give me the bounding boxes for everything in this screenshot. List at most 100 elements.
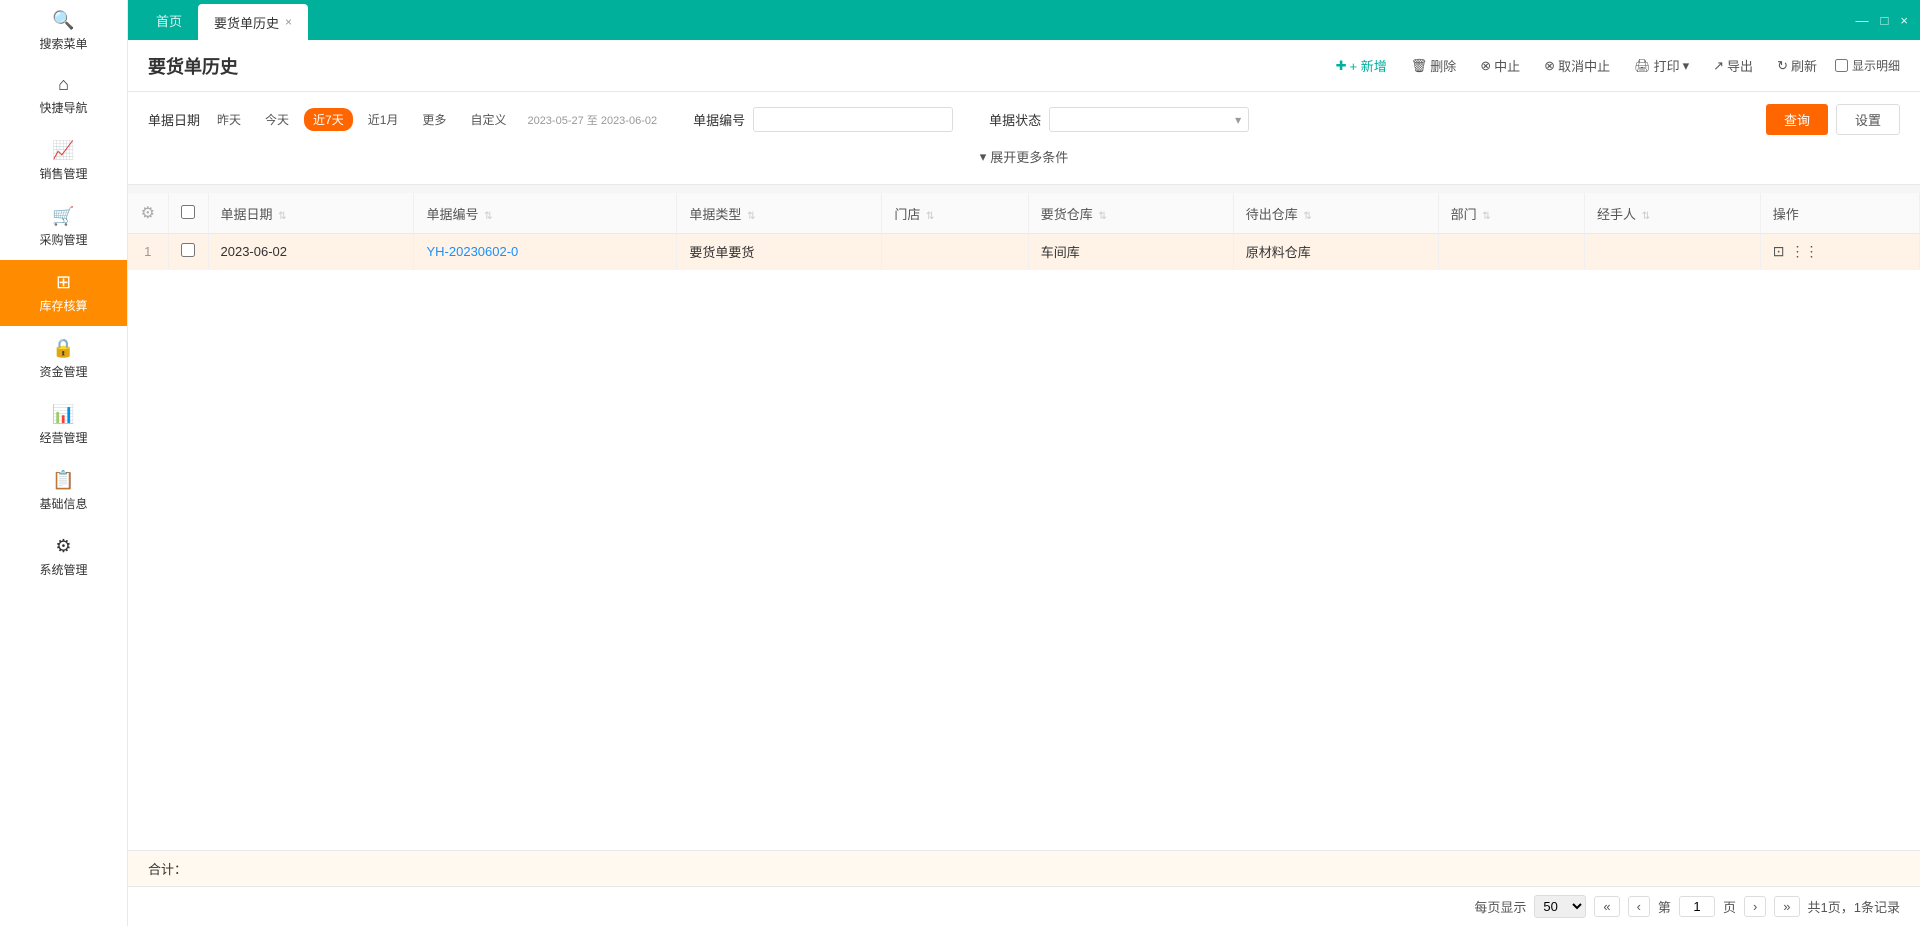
select-all-checkbox[interactable] (181, 205, 195, 219)
tab-home-label: 首页 (156, 11, 182, 30)
th-handler-label: 经手人 (1597, 207, 1636, 222)
sidebar-item-finance[interactable]: 🔒 资金管理 (0, 326, 127, 392)
sort-store-icon[interactable]: ⇅ (926, 211, 934, 222)
status-label: 单据状态 (989, 110, 1041, 129)
export-label: 导出 (1727, 56, 1753, 75)
export-icon: ↗ (1713, 58, 1724, 74)
row-store (882, 234, 1028, 270)
refresh-label: 刷新 (1791, 56, 1817, 75)
row-doc-no[interactable]: YH-20230602-0 (414, 234, 677, 270)
sort-pending-warehouse-icon[interactable]: ⇅ (1303, 211, 1311, 222)
sort-doc-type-icon[interactable]: ⇅ (747, 211, 755, 222)
table-area: ⚙ 单据日期 ⇅ 单据编号 ⇅ (128, 193, 1920, 926)
row-handler (1585, 234, 1761, 270)
view-icon[interactable]: ⊡ (1773, 243, 1785, 260)
header-actions: ✚ + 新增 🗑 删除 ⊗ 中止 ⊗ 取消中止 🖨 打印 (1330, 52, 1900, 79)
window-minimize-icon[interactable]: — (1856, 13, 1869, 28)
th-doc-type: 单据类型 ⇅ (677, 193, 882, 234)
footer-total-label: 合计： (148, 859, 187, 878)
display-detail-checkbox[interactable]: 显示明细 (1835, 57, 1900, 74)
more-icon[interactable]: ⋮⋮ (1790, 243, 1818, 260)
new-button[interactable]: ✚ + 新增 (1330, 52, 1393, 79)
expand-more-button[interactable]: ▾ 展开更多条件 (148, 141, 1900, 172)
first-page-button[interactable]: « (1594, 896, 1619, 917)
doc-number-input[interactable] (753, 107, 953, 132)
table-row: 1 2023-06-02 YH-20230602-0 要货单要货 车间库 原材料… (128, 234, 1920, 270)
tab-home[interactable]: 首页 (140, 0, 198, 40)
th-doc-date-label: 单据日期 (221, 207, 273, 222)
sidebar-item-inventory[interactable]: ⊞ 库存核算 (0, 260, 127, 326)
last-page-button[interactable]: » (1774, 896, 1799, 917)
th-doc-type-label: 单据类型 (689, 207, 741, 222)
window-maximize-icon[interactable]: □ (1881, 13, 1889, 28)
sidebar-item-sales[interactable]: 📈 销售管理 (0, 128, 127, 194)
prev-page-button[interactable]: ‹ (1628, 896, 1650, 917)
tab-close-icon[interactable]: × (285, 15, 292, 29)
per-page-select[interactable]: 10 20 50 100 (1534, 895, 1586, 918)
tab-active[interactable]: 要货单历史 × (198, 4, 308, 40)
print-icon: 🖨 (1634, 58, 1651, 74)
setting-button[interactable]: 设置 (1836, 104, 1900, 135)
row-department (1438, 234, 1584, 270)
search-icon: 🔍 (52, 10, 74, 31)
stop-button[interactable]: ⊗ 中止 (1474, 52, 1526, 79)
export-button[interactable]: ↗ 导出 (1707, 52, 1759, 79)
table-header-row: ⚙ 单据日期 ⇅ 单据编号 ⇅ (128, 193, 1920, 234)
settings-gear-icon[interactable]: ⚙ (141, 205, 155, 222)
sidebar: 🔍 搜索菜单 ⌂ 快捷导航 📈 销售管理 🛒 采购管理 ⊞ 库存核算 🔒 资金管… (0, 0, 128, 926)
th-doc-date: 单据日期 ⇅ (208, 193, 414, 234)
sort-handler-icon[interactable]: ⇅ (1642, 211, 1650, 222)
delete-label: 删除 (1430, 56, 1456, 75)
date-btn-today[interactable]: 今天 (256, 108, 298, 131)
sidebar-item-system[interactable]: ⚙ 系统管理 (0, 524, 127, 590)
status-filter: 单据状态 ▾ (989, 107, 1249, 132)
th-doc-no-label: 单据编号 (426, 207, 478, 222)
query-button[interactable]: 查询 (1766, 104, 1828, 135)
next-page-button[interactable]: › (1744, 896, 1766, 917)
data-table: ⚙ 单据日期 ⇅ 单据编号 ⇅ (128, 193, 1920, 270)
inventory-icon: ⊞ (56, 272, 71, 293)
cancel-stop-button[interactable]: ⊗ 取消中止 (1538, 52, 1616, 79)
sidebar-item-label: 销售管理 (39, 165, 87, 182)
finance-icon: 🔒 (52, 338, 74, 359)
page-label: 第 (1658, 897, 1671, 916)
table-container: ⚙ 单据日期 ⇅ 单据编号 ⇅ (128, 193, 1920, 850)
date-btn-custom[interactable]: 自定义 (461, 108, 515, 131)
page-number-input[interactable] (1679, 896, 1715, 917)
sort-doc-no-icon[interactable]: ⇅ (484, 211, 492, 222)
status-select-wrapper: ▾ (1049, 107, 1249, 132)
row-req-warehouse: 车间库 (1028, 234, 1233, 270)
sidebar-item-purchase[interactable]: 🛒 采购管理 (0, 194, 127, 260)
sort-req-warehouse-icon[interactable]: ⇅ (1098, 211, 1106, 222)
sidebar-item-quick-nav[interactable]: ⌂ 快捷导航 (0, 62, 127, 128)
sidebar-item-label: 基础信息 (39, 495, 87, 512)
filter-area: 单据日期 昨天 今天 近7天 近1月 更多 自定义 2023-05-27 至 2… (128, 92, 1920, 185)
sidebar-item-operation[interactable]: 📊 经营管理 (0, 392, 127, 458)
date-btn-1month[interactable]: 近1月 (359, 108, 408, 131)
sidebar-search[interactable]: 🔍 搜索菜单 (0, 0, 127, 62)
print-button[interactable]: 🖨 打印 ▾ (1628, 52, 1695, 79)
sort-department-icon[interactable]: ⇅ (1482, 211, 1490, 222)
delete-button[interactable]: 🗑 删除 (1405, 52, 1463, 79)
row-select-checkbox[interactable] (181, 243, 195, 257)
display-detail-label: 显示明细 (1852, 57, 1900, 74)
row-doc-type: 要货单要货 (677, 234, 882, 270)
pagination-bar: 每页显示 10 20 50 100 « ‹ 第 页 › » 共1页，1条记录 (128, 886, 1920, 926)
refresh-button[interactable]: ↻ 刷新 (1771, 52, 1823, 79)
display-detail-input[interactable] (1835, 59, 1848, 72)
filter-action-buttons: 查询 设置 (1766, 104, 1900, 135)
cancel-stop-icon: ⊗ (1544, 58, 1555, 74)
sidebar-item-label: 快捷导航 (39, 99, 87, 116)
sidebar-item-label: 经营管理 (39, 429, 87, 446)
th-store-label: 门店 (894, 207, 920, 222)
date-btn-yesterday[interactable]: 昨天 (208, 108, 250, 131)
window-close-icon[interactable]: × (1900, 13, 1908, 28)
sidebar-item-label: 采购管理 (39, 231, 87, 248)
sort-doc-date-icon[interactable]: ⇅ (278, 211, 286, 222)
page-suffix: 页 (1723, 897, 1736, 916)
status-select[interactable] (1049, 107, 1249, 132)
date-btn-more[interactable]: 更多 (413, 108, 455, 131)
sidebar-item-basic[interactable]: 📋 基础信息 (0, 458, 127, 524)
stop-label: 中止 (1494, 56, 1520, 75)
date-btn-7days[interactable]: 近7天 (304, 108, 353, 131)
